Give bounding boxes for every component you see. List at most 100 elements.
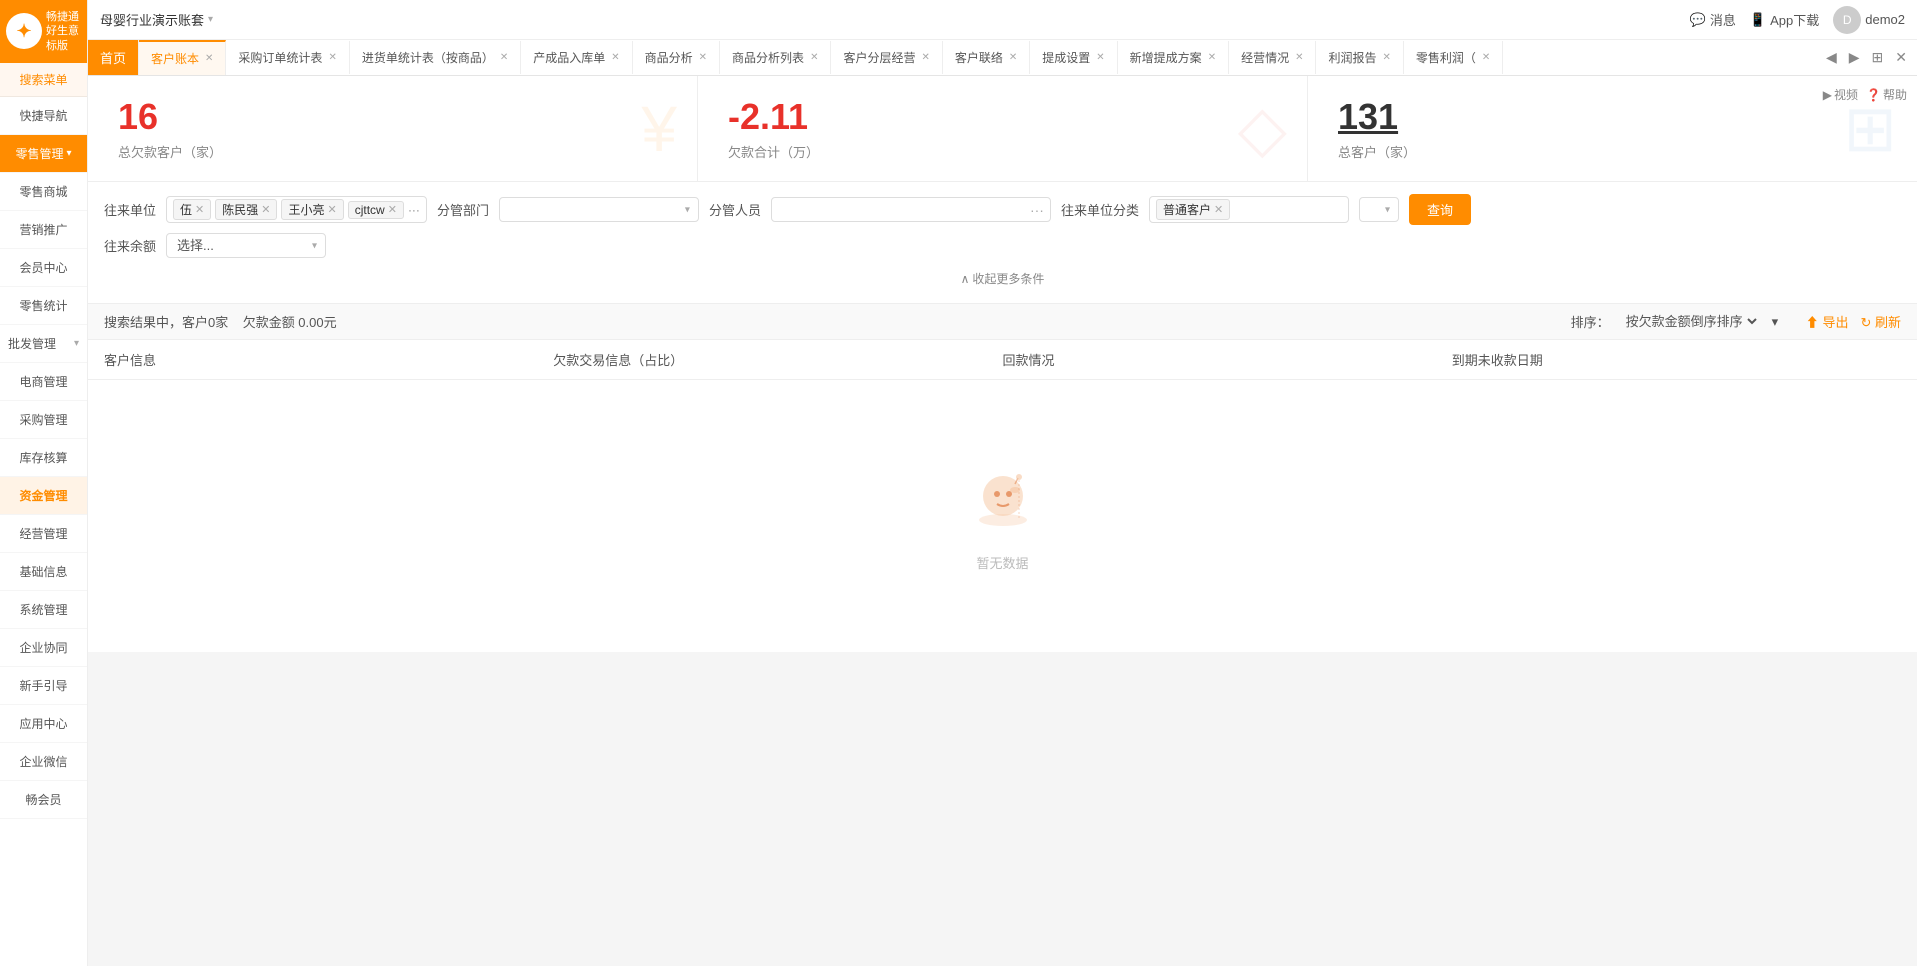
tab-inbound-stats[interactable]: 进货单统计表（按商品） ✕ [350, 41, 521, 74]
sidebar-item-quick-nav[interactable]: 快捷导航 [0, 97, 87, 135]
tab-retail-profit[interactable]: 零售利润（ ✕ [1404, 41, 1503, 74]
export-button[interactable]: ⬆ 导出 [1806, 312, 1849, 331]
tab-label: 利润报告 [1328, 49, 1376, 66]
person-more-icon[interactable]: ··· [1030, 202, 1044, 218]
tab-customer-tier[interactable]: 客户分层经营 ✕ [831, 41, 942, 74]
sidebar-item-corp-wechat[interactable]: 企业微信 [0, 743, 87, 781]
tab-product-inbound[interactable]: 产成品入库单 ✕ [521, 41, 632, 74]
tab-prev-icon[interactable]: ◀ [1822, 47, 1841, 68]
dept-select[interactable] [500, 198, 698, 221]
filter-tag-more[interactable]: ··· [408, 203, 420, 217]
collapse-button[interactable]: ∧ 收起更多条件 [945, 266, 1061, 291]
tab-customer-contact[interactable]: 客户联络 ✕ [943, 41, 1030, 74]
overdue-amount-label: 欠款合计（万） [728, 142, 819, 161]
tab-close-all-icon[interactable]: ✕ [1891, 47, 1911, 68]
nav-tabs: 首页 客户账本 ✕ 采购订单统计表 ✕ 进货单统计表（按商品） ✕ 产成品入库单… [88, 40, 1917, 76]
sidebar-item-corp-collab[interactable]: 企业协同 [0, 629, 87, 667]
sidebar-item-basic-info[interactable]: 基础信息 [0, 553, 87, 591]
tab-purchase-order-stats[interactable]: 采购订单统计表 ✕ [226, 41, 349, 74]
tab-close-icon[interactable]: ✕ [810, 52, 818, 63]
sidebar-item-retail-mgmt[interactable]: 零售管理 ▾ [0, 135, 87, 173]
tab-close-icon[interactable]: ✕ [611, 52, 619, 63]
app-download-button[interactable]: 📱 App下载 [1750, 10, 1819, 29]
tab-label: 产成品入库单 [533, 49, 605, 66]
tab-remind-settings[interactable]: 提成设置 ✕ [1030, 41, 1117, 74]
tab-close-icon[interactable]: ✕ [1482, 52, 1490, 63]
topbar-right: 💬 消息 📱 App下载 D demo2 [1690, 6, 1905, 34]
filter-tag-wu: 伍 ✕ [173, 199, 211, 220]
tab-close-icon[interactable]: ✕ [1208, 52, 1216, 63]
sidebar: ✦ 畅捷通好生意 标版 搜索菜单 快捷导航 零售管理 ▾ 零售商城 营销推广 会… [0, 0, 88, 966]
tab-close-icon[interactable]: ✕ [500, 52, 508, 63]
refresh-button[interactable]: ↻ 刷新 [1860, 312, 1901, 331]
classify-inner-select[interactable] [1360, 198, 1398, 221]
sidebar-item-wholesale-mgmt[interactable]: 批发管理 ▾ [0, 325, 87, 363]
remove-tag-wu[interactable]: ✕ [195, 203, 204, 216]
overdue-amount-value: -2.11 [728, 96, 808, 138]
tab-close-icon[interactable]: ✕ [1295, 52, 1303, 63]
remove-tag-chen[interactable]: ✕ [261, 203, 270, 216]
balance-select[interactable]: 选择... [167, 234, 325, 257]
refresh-label: 刷新 [1875, 315, 1901, 330]
person-filter-input[interactable]: ··· [771, 197, 1051, 222]
tab-product-analysis[interactable]: 商品分析 ✕ [633, 41, 720, 74]
remove-tag-wang[interactable]: ✕ [328, 203, 337, 216]
sidebar-item-new-guide[interactable]: 新手引导 [0, 667, 87, 705]
sidebar-item-retail-mall[interactable]: 零售商城 [0, 173, 87, 211]
sidebar-item-ops-mgmt[interactable]: 经营管理 [0, 515, 87, 553]
sidebar-search[interactable]: 搜索菜单 [0, 63, 87, 97]
sidebar-item-app-center[interactable]: 应用中心 [0, 705, 87, 743]
classify-select[interactable]: ▾ [1359, 197, 1399, 222]
sidebar-item-purchase-mgmt[interactable]: 采购管理 [0, 401, 87, 439]
tab-controls: ◀ ▶ ⊞ ✕ [1816, 47, 1917, 68]
tab-product-analysis-list[interactable]: 商品分析列表 ✕ [720, 41, 831, 74]
sidebar-item-sys-mgmt[interactable]: 系统管理 [0, 591, 87, 629]
unit-filter-label: 往来单位 [104, 200, 156, 219]
tab-close-icon[interactable]: ✕ [1383, 52, 1391, 63]
tab-label: 商品分析 [645, 49, 693, 66]
tab-label: 商品分析列表 [732, 49, 804, 66]
tab-close-icon[interactable]: ✕ [921, 52, 929, 63]
username: demo2 [1865, 12, 1905, 27]
remove-tag-cjttcw[interactable]: ✕ [388, 203, 397, 216]
sidebar-item-retail-stat[interactable]: 零售统计 [0, 287, 87, 325]
tab-label: 零售利润（ [1416, 49, 1476, 66]
sidebar-item-mkt-promo[interactable]: 营销推广 [0, 211, 87, 249]
tab-next-icon[interactable]: ▶ [1845, 47, 1864, 68]
user-profile[interactable]: D demo2 [1833, 6, 1905, 34]
query-button[interactable]: 查询 [1409, 194, 1471, 225]
balance-filter-select[interactable]: 选择... ▾ [166, 233, 326, 258]
account-selector[interactable]: 母婴行业演示账套 ▾ [100, 10, 213, 29]
remove-tag-normal[interactable]: ✕ [1214, 203, 1223, 216]
tab-close-icon[interactable]: ✕ [1009, 52, 1017, 63]
classify-filter-input[interactable]: 普通客户 ✕ [1149, 196, 1349, 223]
sort-label: 排序： [1571, 312, 1610, 331]
tab-close-icon[interactable]: ✕ [328, 52, 336, 63]
message-button[interactable]: 💬 消息 [1690, 10, 1736, 29]
empty-icon [963, 460, 1043, 543]
logo-icon: ✦ [6, 13, 42, 49]
dept-filter-select[interactable]: ▾ [499, 197, 699, 222]
message-icon: 💬 [1690, 12, 1706, 28]
person-filter-label: 分管人员 [709, 200, 761, 219]
sidebar-item-finance-mgmt[interactable]: 资金管理 [0, 477, 87, 515]
tab-close-icon[interactable]: ✕ [205, 53, 213, 64]
person-input[interactable] [772, 198, 1050, 221]
tab-home[interactable]: 首页 [88, 40, 139, 75]
sidebar-item-inventory[interactable]: 库存核算 [0, 439, 87, 477]
tab-ops-situation[interactable]: 经营情况 ✕ [1229, 41, 1316, 74]
tab-close-icon[interactable]: ✕ [1096, 52, 1104, 63]
sort-select[interactable]: 按欠款金额倒序排序 [1622, 313, 1760, 330]
sidebar-item-vip-member[interactable]: 畅会员 [0, 781, 87, 819]
tab-close-icon[interactable]: ✕ [699, 52, 707, 63]
unit-filter-input[interactable]: 伍 ✕ 陈民强 ✕ 王小亮 ✕ cjttcw ✕ ··· [166, 196, 427, 223]
tab-new-scheme[interactable]: 新增提成方案 ✕ [1118, 41, 1229, 74]
balance-filter-label: 往来余额 [104, 236, 156, 255]
tab-expand-icon[interactable]: ⊞ [1868, 47, 1888, 68]
tab-customer-accounts[interactable]: 客户账本 ✕ [139, 40, 226, 75]
topbar: 母婴行业演示账套 ▾ 💬 消息 📱 App下载 D demo2 [88, 0, 1917, 40]
tab-label: 客户分层经营 [843, 49, 915, 66]
tab-profit-report[interactable]: 利润报告 ✕ [1316, 41, 1403, 74]
sidebar-item-ecom-mgmt[interactable]: 电商管理 [0, 363, 87, 401]
sidebar-item-member-center[interactable]: 会员中心 [0, 249, 87, 287]
